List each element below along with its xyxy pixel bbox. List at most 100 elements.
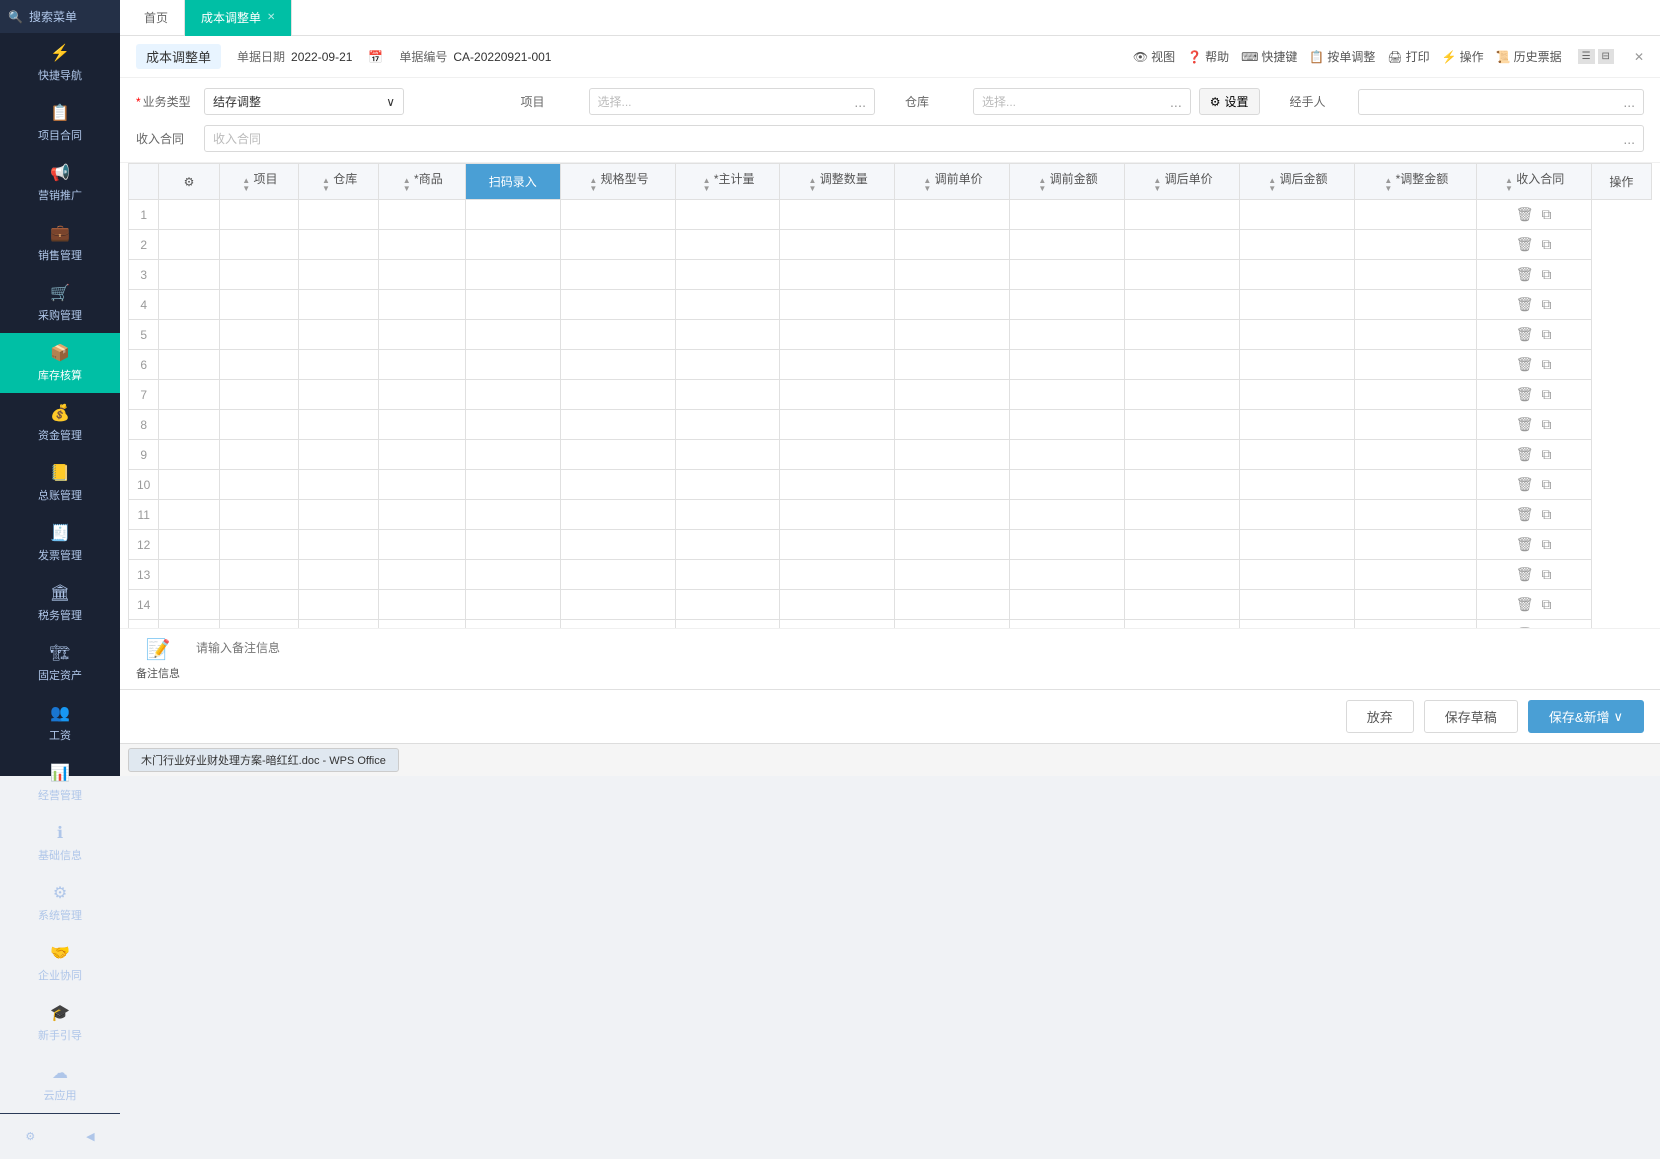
table-cell[interactable] bbox=[1124, 290, 1239, 320]
table-cell[interactable] bbox=[675, 470, 779, 500]
col-post-amount[interactable]: ▲▼ 调后金额 bbox=[1239, 164, 1354, 200]
table-cell[interactable] bbox=[378, 290, 465, 320]
col-pre-unit-price[interactable]: ▲▼ 调前单价 bbox=[895, 164, 1010, 200]
sidebar-item-sales-mgmt[interactable]: 💼 销售管理 bbox=[0, 213, 120, 273]
sidebar-item-project-contract[interactable]: 📋 项目合同 bbox=[0, 93, 120, 153]
table-cell[interactable] bbox=[378, 590, 465, 620]
col-income-contract[interactable]: ▲▼ 收入合同 bbox=[1476, 164, 1591, 200]
table-cell[interactable] bbox=[780, 230, 895, 260]
table-cell[interactable] bbox=[1124, 470, 1239, 500]
table-cell[interactable] bbox=[895, 620, 1010, 629]
table-cell[interactable] bbox=[219, 320, 299, 350]
sidebar-item-enterprise-collab[interactable]: 🤝 企业协同 bbox=[0, 933, 120, 993]
table-cell[interactable] bbox=[561, 590, 676, 620]
delete-row-icon[interactable]: 🗑 bbox=[1514, 564, 1536, 585]
table-cell[interactable] bbox=[465, 470, 560, 500]
sidebar-item-payroll[interactable]: 👥 工资 bbox=[0, 693, 120, 753]
table-cell[interactable] bbox=[675, 410, 779, 440]
copy-row-icon[interactable]: ⧉ bbox=[1540, 354, 1554, 375]
table-cell[interactable] bbox=[219, 290, 299, 320]
table-cell[interactable] bbox=[1124, 590, 1239, 620]
table-cell[interactable] bbox=[561, 380, 676, 410]
table-cell[interactable] bbox=[675, 290, 779, 320]
table-cell[interactable] bbox=[465, 410, 560, 440]
table-cell[interactable] bbox=[561, 230, 676, 260]
table-cell[interactable] bbox=[159, 410, 219, 440]
table-cell[interactable] bbox=[1124, 380, 1239, 410]
doc-close-btn[interactable]: ✕ bbox=[1634, 50, 1644, 64]
sidebar-item-ledger-mgmt[interactable]: 📒 总账管理 bbox=[0, 453, 120, 513]
copy-row-icon[interactable]: ⧉ bbox=[1540, 594, 1554, 615]
table-cell[interactable] bbox=[465, 320, 560, 350]
table-cell[interactable] bbox=[895, 320, 1010, 350]
table-cell[interactable] bbox=[299, 410, 379, 440]
view-split-btn[interactable]: ⊟ bbox=[1598, 49, 1614, 64]
table-cell[interactable] bbox=[299, 200, 379, 230]
table-cell[interactable] bbox=[1010, 500, 1125, 530]
table-cell[interactable] bbox=[675, 260, 779, 290]
table-cell[interactable] bbox=[299, 320, 379, 350]
table-cell[interactable] bbox=[159, 530, 219, 560]
table-cell[interactable] bbox=[895, 380, 1010, 410]
table-cell[interactable] bbox=[675, 380, 779, 410]
col-post-unit-price[interactable]: ▲▼ 调后单价 bbox=[1124, 164, 1239, 200]
table-cell[interactable] bbox=[159, 380, 219, 410]
table-cell[interactable] bbox=[1354, 200, 1476, 230]
table-cell[interactable] bbox=[159, 350, 219, 380]
table-cell[interactable] bbox=[1239, 440, 1354, 470]
copy-row-icon[interactable]: ⧉ bbox=[1540, 534, 1554, 555]
table-cell[interactable] bbox=[675, 500, 779, 530]
tab-close-icon[interactable]: ✕ bbox=[267, 12, 275, 23]
collapse-sidebar-button[interactable]: ◀ bbox=[82, 1122, 98, 1151]
table-cell[interactable] bbox=[895, 290, 1010, 320]
table-cell[interactable] bbox=[1010, 590, 1125, 620]
note-icon[interactable]: 📝 备注信息 bbox=[136, 637, 180, 681]
table-cell[interactable] bbox=[378, 440, 465, 470]
income-contract-input[interactable]: 收入合同 ... bbox=[204, 125, 1644, 152]
table-cell[interactable] bbox=[780, 200, 895, 230]
table-cell[interactable] bbox=[1354, 320, 1476, 350]
table-cell[interactable] bbox=[1239, 350, 1354, 380]
table-cell[interactable] bbox=[1010, 410, 1125, 440]
table-cell[interactable] bbox=[1239, 500, 1354, 530]
action-help[interactable]: ❓ 帮助 bbox=[1187, 48, 1229, 65]
table-cell[interactable] bbox=[675, 620, 779, 629]
delete-row-icon[interactable]: 🗑 bbox=[1514, 234, 1536, 255]
table-cell[interactable] bbox=[1124, 200, 1239, 230]
table-cell[interactable] bbox=[159, 200, 219, 230]
table-cell[interactable] bbox=[1010, 530, 1125, 560]
table-cell[interactable] bbox=[465, 350, 560, 380]
sidebar-item-purchase-mgmt[interactable]: 🛒 采购管理 bbox=[0, 273, 120, 333]
table-cell[interactable] bbox=[465, 290, 560, 320]
save-draft-button[interactable]: 保存草稿 bbox=[1424, 700, 1518, 733]
action-operation[interactable]: ⚡ 操作 bbox=[1442, 48, 1484, 65]
table-cell[interactable] bbox=[561, 470, 676, 500]
table-cell[interactable] bbox=[1239, 410, 1354, 440]
table-cell[interactable] bbox=[1124, 230, 1239, 260]
table-cell[interactable] bbox=[675, 350, 779, 380]
sidebar-search[interactable]: 🔍 搜索菜单 bbox=[0, 0, 120, 33]
table-cell[interactable] bbox=[465, 620, 560, 629]
table-cell[interactable] bbox=[159, 620, 219, 629]
copy-row-icon[interactable]: ⧉ bbox=[1540, 384, 1554, 405]
delete-row-icon[interactable]: 🗑 bbox=[1514, 264, 1536, 285]
table-cell[interactable] bbox=[895, 530, 1010, 560]
sidebar-item-sales-promo[interactable]: 📢 营销推广 bbox=[0, 153, 120, 213]
table-cell[interactable] bbox=[1010, 470, 1125, 500]
table-cell[interactable] bbox=[895, 470, 1010, 500]
table-cell[interactable] bbox=[1354, 260, 1476, 290]
table-cell[interactable] bbox=[465, 260, 560, 290]
table-cell[interactable] bbox=[219, 590, 299, 620]
table-cell[interactable] bbox=[159, 260, 219, 290]
table-cell[interactable] bbox=[895, 560, 1010, 590]
table-cell[interactable] bbox=[465, 440, 560, 470]
delete-row-icon[interactable]: 🗑 bbox=[1514, 384, 1536, 405]
sidebar-item-basic-info[interactable]: ℹ 基础信息 bbox=[0, 813, 120, 873]
table-cell[interactable] bbox=[378, 410, 465, 440]
project-input[interactable]: 选择... ... bbox=[589, 88, 876, 115]
delete-row-icon[interactable]: 🗑 bbox=[1514, 354, 1536, 375]
table-cell[interactable] bbox=[1354, 620, 1476, 629]
note-input[interactable] bbox=[192, 637, 1644, 659]
sidebar-item-new-guide[interactable]: 🎓 新手引导 bbox=[0, 993, 120, 1053]
save-new-button[interactable]: 保存&新增 ∨ bbox=[1528, 700, 1644, 733]
